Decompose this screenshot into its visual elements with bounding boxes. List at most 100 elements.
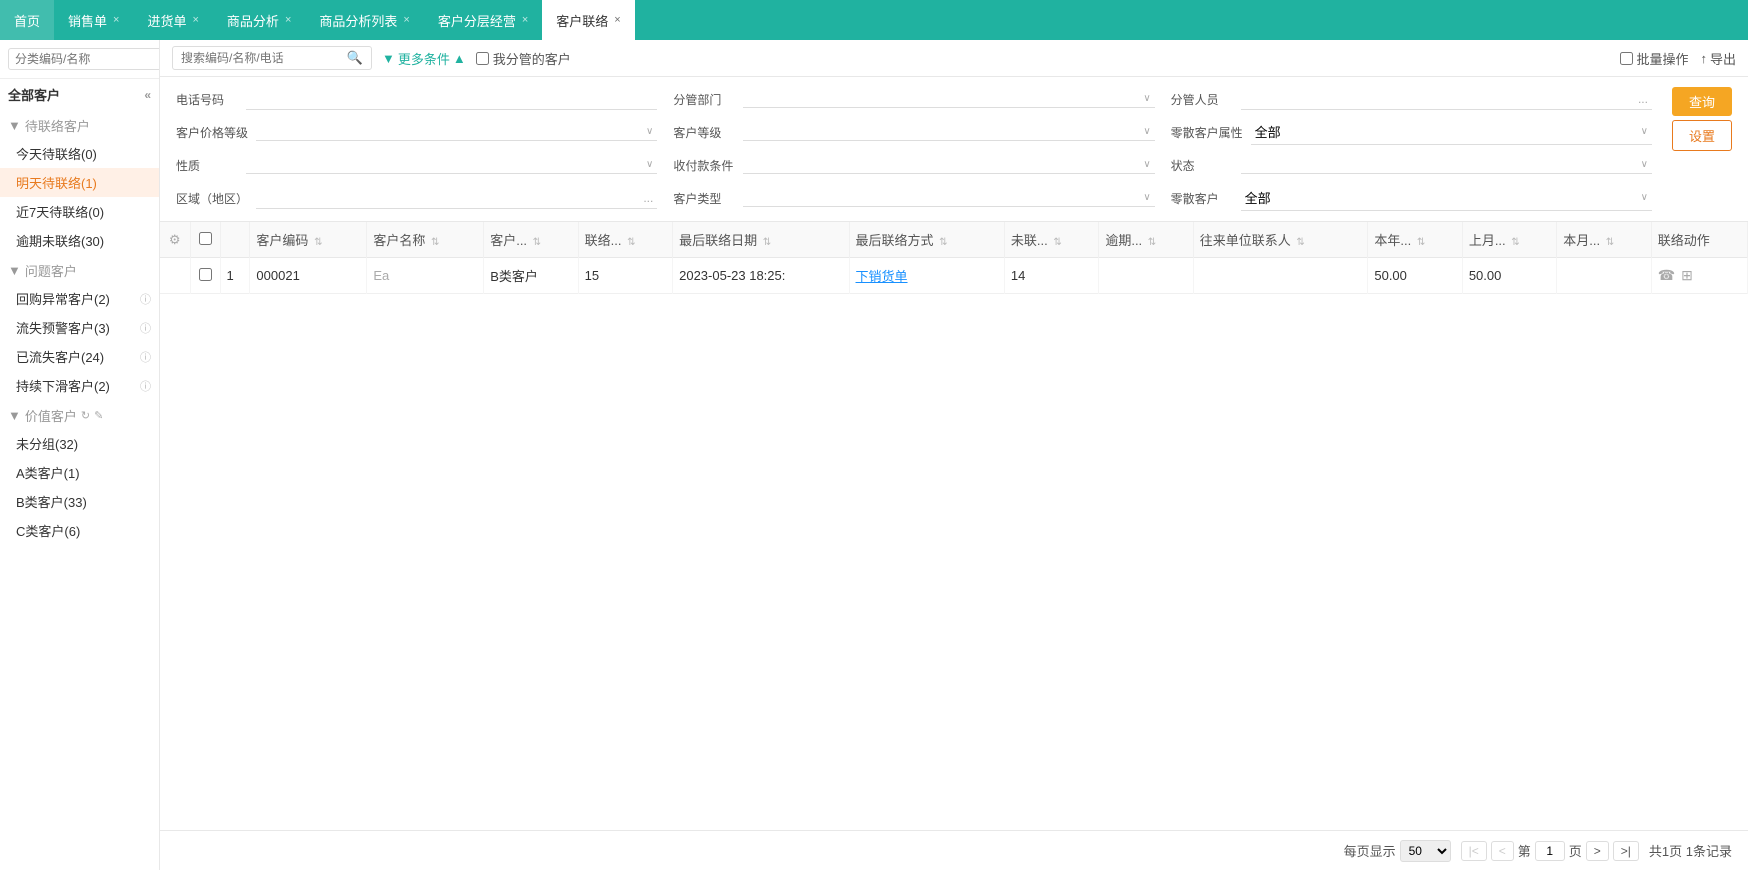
nav-sales-close[interactable]: × [113,14,119,26]
nav-purchase-close[interactable]: × [192,14,198,26]
row-actions: ☎ ⊞ [1651,258,1747,294]
payment-chevron-icon: ∨ [1143,159,1150,170]
export-button[interactable]: ↑ 导出 [1700,49,1736,68]
row-settings[interactable] [160,258,190,294]
col-customer-code[interactable]: 客户编码 ⇅ [250,222,367,258]
export-icon: ↑ [1700,51,1707,66]
main-search-input[interactable] [181,51,343,65]
nav-product-analysis-list-close[interactable]: × [403,14,409,26]
filter-row-2: 客户价格等级 ∨ 客户等级 ∨ [176,119,1652,145]
customer-level-select[interactable]: ∨ [743,123,1154,141]
customer-type-chevron-icon: ∨ [1143,192,1150,203]
last-page-btn[interactable]: >| [1613,841,1639,861]
col-last-contact-date[interactable]: 最后联络日期 ⇅ [673,222,849,258]
nav-product-analysis[interactable]: 商品分析 × [213,0,305,40]
sort-icon-this-month: ⇅ [1606,237,1614,248]
nav-customer-segmentation-close[interactable]: × [522,14,528,26]
row-last-contact-method[interactable]: 下销货单 [849,258,1004,294]
col-this-month[interactable]: 本月... ⇅ [1557,222,1651,258]
search-icon[interactable]: 🔍 [347,50,363,66]
sort-icon-code: ⇅ [314,237,322,248]
col-this-year[interactable]: 本年... ⇅ [1368,222,1462,258]
status-select[interactable]: ∨ [1241,156,1652,174]
sidebar-item-ungrouped[interactable]: 未分组(32) [0,429,159,458]
col-customer-cat[interactable]: 客户... ⇅ [484,222,578,258]
sidebar-item-churn-warning[interactable]: 流失预警客户(3) ⓘ [0,313,159,342]
filter-row-4: 区域（地区） ... 客户类型 ∨ [176,185,1652,211]
sidebar-item-7days-pending[interactable]: 近7天待联络(0) [0,197,159,226]
nav-customer-segmentation[interactable]: 客户分层经营 × [424,0,542,40]
info-icon-1: ⓘ [140,320,151,336]
footer-pagination: |< < 第 页 > >| [1461,841,1639,861]
nav-product-analysis-close[interactable]: × [285,14,291,26]
col-uncontacted[interactable]: 未联... ⇅ [1004,222,1098,258]
sidebar-item-abnormal-repurchase[interactable]: 回购异常客户(2) ⓘ [0,284,159,313]
row-action-phone-icon[interactable]: ☎ [1658,267,1675,284]
col-last-contact-method[interactable]: 最后联络方式 ⇅ [849,222,1004,258]
col-contact[interactable]: 联络... ⇅ [578,222,672,258]
row-action-more-icon[interactable]: ⊞ [1681,267,1693,284]
col-past-contact[interactable]: 往来单位联系人 ⇅ [1193,222,1368,258]
col-customer-name[interactable]: 客户名称 ⇅ [367,222,484,258]
filter-cell-price-level: 客户价格等级 ∨ [176,123,657,141]
row-past-contact-person [1193,258,1368,294]
row-checkbox-cell [190,258,220,294]
more-conditions-btn[interactable]: ▼ 更多条件 ▲ [382,49,466,68]
first-page-btn[interactable]: |< [1461,841,1487,861]
customer-type-select[interactable]: ∨ [743,189,1154,207]
my-customers-checkbox[interactable]: 我分管的客户 [476,49,571,68]
sidebar-item-declining[interactable]: 持续下滑客户(2) ⓘ [0,371,159,400]
filter-cell-customer-type: 客户类型 ∨ [673,189,1154,207]
sidebar-item-c-class[interactable]: C类客户(6) [0,516,159,545]
person-select[interactable]: ... [1241,89,1652,110]
nav-product-analysis-list[interactable]: 商品分析列表 × [305,0,423,40]
retail-customer-select[interactable]: 全部 ∨ [1241,185,1652,211]
col-actions: 联络动作 [1651,222,1747,258]
sidebar-search-input[interactable] [8,48,160,70]
sidebar-item-b-class[interactable]: B类客户(33) [0,487,159,516]
batch-checkbox[interactable] [1620,52,1633,65]
row-checkbox[interactable] [199,268,212,281]
page-size-select[interactable]: 50 100 200 [1400,840,1451,862]
batch-ops-button[interactable]: 批量操作 [1620,49,1688,68]
sidebar-item-tomorrow-pending[interactable]: 明天待联络(1) [0,168,159,197]
main-table: ⚙ 客户编码 ⇅ 客户名称 ⇅ [160,222,1748,294]
region-ellipsis-icon: ... [643,191,653,205]
col-settings[interactable]: ⚙ [160,222,190,258]
col-overdue[interactable]: 逾期... ⇅ [1099,222,1193,258]
set-button[interactable]: 设置 [1672,120,1732,151]
my-customers-check[interactable] [476,52,489,65]
content-area: 🔍 ▼ 更多条件 ▲ 我分管的客户 批量操作 ↑ 导出 [160,40,1748,870]
nav-purchase[interactable]: 进货单 × [133,0,212,40]
region-select[interactable]: ... [256,188,657,209]
prev-page-btn[interactable]: < [1491,841,1514,861]
nav-customer-contact[interactable]: 客户联络 × [542,0,634,40]
sidebar-all-customers[interactable]: 全部客户 « [0,79,159,110]
sidebar-search-area: 🔍 [0,40,159,79]
person-ellipsis-icon: ... [1638,92,1648,106]
nav-home[interactable]: 首页 [0,0,54,40]
nav-sales[interactable]: 销售单 × [54,0,133,40]
select-all-checkbox[interactable] [199,232,212,245]
col-last-month[interactable]: 上月... ⇅ [1462,222,1556,258]
payment-select[interactable]: ∨ [743,156,1154,174]
query-button[interactable]: 查询 [1672,87,1732,116]
sidebar-item-a-class[interactable]: A类客户(1) [0,458,159,487]
value-refresh-icon[interactable]: ↻ [81,409,90,422]
sidebar-item-today-pending[interactable]: 今天待联络(0) [0,139,159,168]
nature-select[interactable]: ∨ [246,156,657,174]
sidebar-item-churned[interactable]: 已流失客户(24) ⓘ [0,342,159,371]
page-input[interactable] [1535,841,1565,861]
dept-select[interactable]: ∨ [743,90,1154,108]
retail-attr-select[interactable]: 全部 ∨ [1251,119,1652,145]
phone-input[interactable] [246,89,657,110]
value-edit-icon[interactable]: ✎ [94,409,103,422]
sort-icon-method: ⇅ [939,237,947,248]
table-row: 1 000021 Ea B类客户 15 2023-05-23 18:25: 下销… [160,258,1748,294]
next-page-btn[interactable]: > [1586,841,1609,861]
price-level-select[interactable]: ∨ [256,123,657,141]
nav-customer-contact-close[interactable]: × [614,14,620,26]
filter-row-1: 电话号码 分管部门 ∨ 分管人员 [176,87,1652,111]
sidebar-item-overdue-pending[interactable]: 逾期未联络(30) [0,226,159,255]
row-contact: 15 [578,258,672,294]
